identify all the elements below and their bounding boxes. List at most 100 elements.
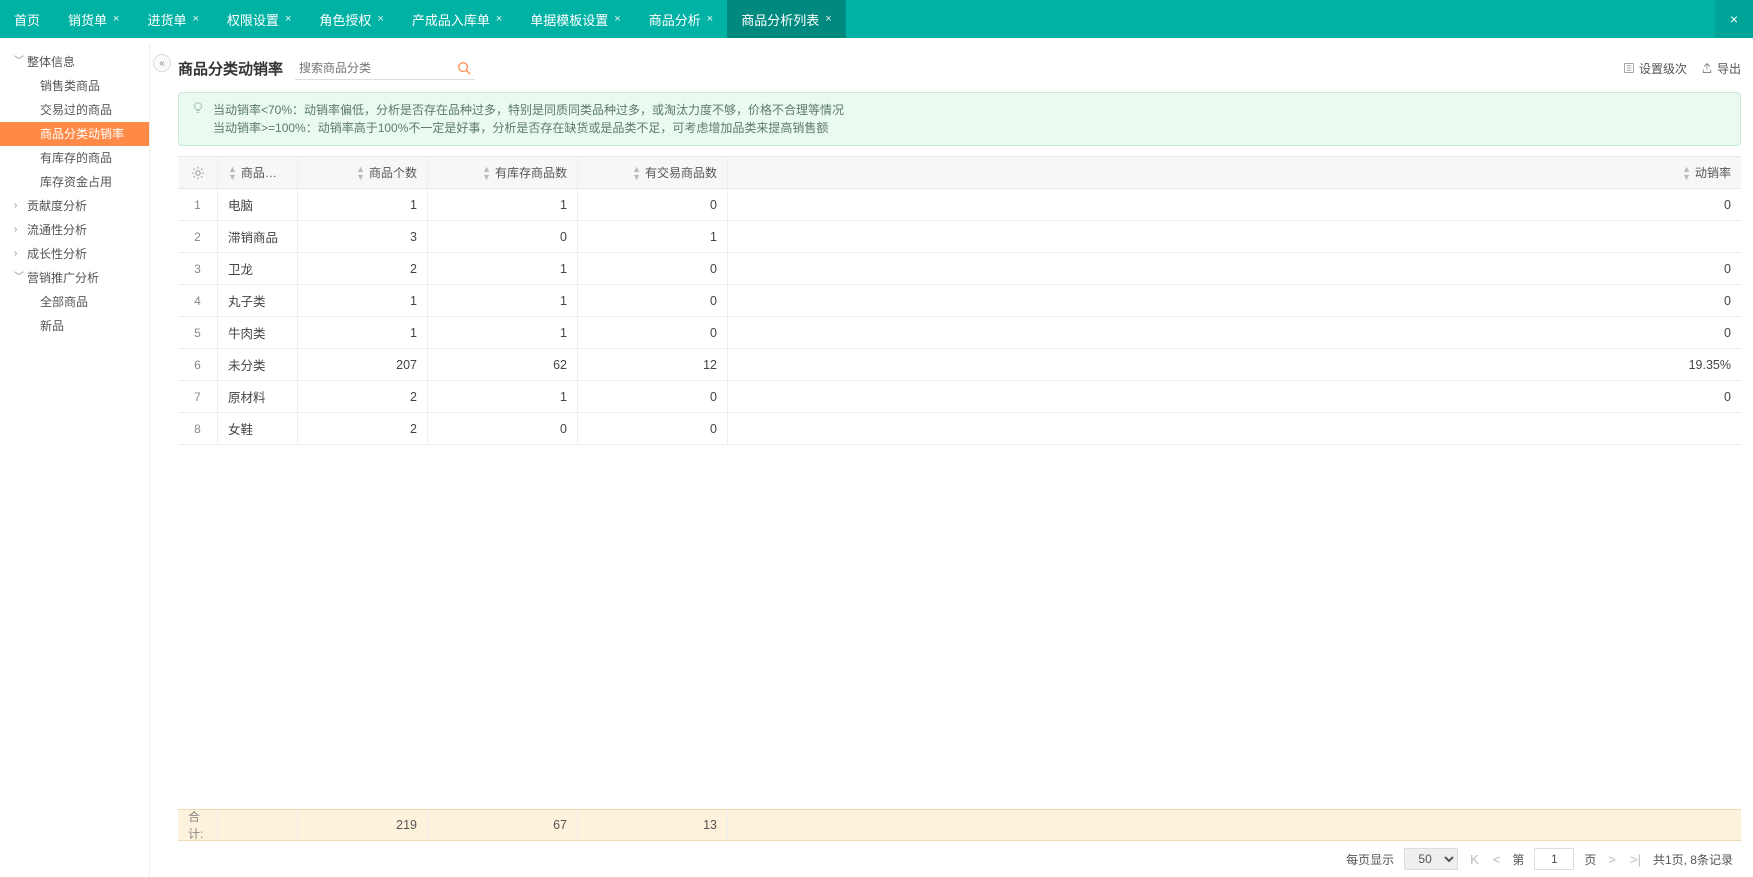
tab-5[interactable]: 产成品入库单× — [398, 0, 516, 38]
sidebar-group-label: 成长性分析 — [27, 242, 87, 266]
tab-3[interactable]: 权限设置 × — [213, 0, 305, 38]
export-label: 导出 — [1717, 60, 1741, 77]
data-table: ▲▼商品… ▲▼商品个数 ▲▼有库存商品数 ▲▼有交易商品数 ▲▼动销率 1电脑… — [178, 156, 1741, 841]
footer-count: 219 — [298, 810, 428, 840]
per-page-select[interactable]: 50 — [1404, 848, 1458, 870]
sidebar-group-2[interactable]: ›流通性分析 — [0, 218, 149, 242]
cell-count: 2 — [298, 253, 428, 284]
table-footer: 合计: 219 67 13 — [178, 809, 1741, 841]
gear-icon — [191, 166, 205, 180]
close-icon[interactable]: × — [285, 13, 291, 25]
table-row[interactable]: 5牛肉类1100 — [178, 317, 1741, 349]
footer-rate — [1651, 810, 1741, 840]
cell-stock: 1 — [428, 253, 578, 284]
cell-rate: 19.35% — [1651, 349, 1741, 380]
table-row[interactable]: 7原材料2100 — [178, 381, 1741, 413]
col-stock[interactable]: ▲▼有库存商品数 — [428, 157, 578, 188]
col-category[interactable]: ▲▼商品… — [218, 157, 298, 188]
cell-rate: 0 — [1651, 253, 1741, 284]
col-count[interactable]: ▲▼商品个数 — [298, 157, 428, 188]
export-button[interactable]: 导出 — [1701, 60, 1741, 77]
sidebar-item-0-1[interactable]: 交易过的商品 — [0, 98, 149, 122]
close-icon[interactable]: × — [707, 13, 713, 25]
tab-label: 商品分析列表 — [741, 10, 819, 29]
tab-0[interactable]: 首页 — [0, 0, 54, 38]
footer-stock: 67 — [428, 810, 578, 840]
last-page-button[interactable]: >| — [1628, 852, 1643, 867]
table-settings-button[interactable] — [178, 157, 218, 188]
chevron-right-icon: › — [14, 242, 23, 266]
tip-bar: 当动销率<70%：动销率偏低，分析是否存在品种过多，特别是同质同类品种过多，或淘… — [178, 92, 1741, 146]
close-icon[interactable]: × — [377, 13, 383, 25]
row-index: 2 — [178, 221, 218, 252]
sort-icon: ▲▼ — [632, 165, 641, 181]
next-page-button[interactable]: > — [1606, 852, 1618, 867]
close-icon[interactable]: × — [113, 13, 119, 25]
cell-count: 1 — [298, 189, 428, 220]
sort-icon: ▲▼ — [482, 165, 491, 181]
col-rate[interactable]: ▲▼动销率 — [1651, 157, 1741, 188]
tab-8[interactable]: 商品分析列表 × — [727, 0, 845, 38]
table-row[interactable]: 4丸子类1100 — [178, 285, 1741, 317]
cell-stock: 62 — [428, 349, 578, 380]
cell-rate: 0 — [1651, 381, 1741, 412]
cell-count: 1 — [298, 317, 428, 348]
tab-label: 单据模板设置 — [530, 10, 608, 29]
cell-count: 207 — [298, 349, 428, 380]
top-tab-bar: 首页销货单×进货单×权限设置×角色授权×产成品入库单×单据模板设置×商品分析×商… — [0, 0, 1753, 38]
sidebar-group-label: 贡献度分析 — [27, 194, 87, 218]
cell-count: 1 — [298, 285, 428, 316]
close-icon[interactable]: × — [192, 13, 198, 25]
search-input[interactable] — [299, 57, 457, 79]
sidebar-item-0-2[interactable]: 商品分类动销率 — [0, 122, 149, 146]
sidebar-item-0-4[interactable]: 库存资金占用 — [0, 170, 149, 194]
sort-icon: ▲▼ — [1682, 165, 1691, 181]
sidebar-group-3[interactable]: ›成长性分析 — [0, 242, 149, 266]
tab-7[interactable]: 商品分析× — [635, 0, 727, 38]
table-row[interactable]: 8女鞋200 — [178, 413, 1741, 445]
close-icon[interactable]: × — [496, 13, 502, 25]
cell-category: 电脑 — [218, 189, 298, 220]
pager: 每页显示 50 K < 第 页 > >| 共1页, 8条记录 — [178, 841, 1741, 877]
sidebar-item-0-3[interactable]: 有库存的商品 — [0, 146, 149, 170]
page-prefix: 第 — [1512, 851, 1524, 868]
close-icon[interactable]: × — [825, 13, 831, 25]
close-icon[interactable]: × — [614, 13, 620, 25]
tab-label: 权限设置 — [227, 10, 279, 29]
set-level-button[interactable]: 设置级次 — [1623, 60, 1687, 77]
sidebar-group-0[interactable]: ﹀整体信息 — [0, 50, 149, 74]
cell-stock: 1 — [428, 189, 578, 220]
tab-2[interactable]: 进货单× — [133, 0, 212, 38]
collapse-sidebar-button[interactable]: « — [153, 54, 171, 72]
cell-stock: 1 — [428, 317, 578, 348]
table-row[interactable]: 3卫龙2100 — [178, 253, 1741, 285]
cell-category: 牛肉类 — [218, 317, 298, 348]
close-all-tabs-button[interactable]: × — [1715, 0, 1753, 38]
table-row[interactable]: 6未分类207621219.35% — [178, 349, 1741, 381]
page-input[interactable] — [1534, 848, 1574, 870]
main-panel: 商品分类动销率 设置级次 导出 — [174, 44, 1753, 877]
sidebar-item-4-0[interactable]: 全部商品 — [0, 290, 149, 314]
lightbulb-icon — [191, 101, 205, 115]
first-page-button[interactable]: K — [1468, 852, 1481, 867]
tab-label: 首页 — [14, 10, 40, 29]
sidebar-group-4[interactable]: ﹀营销推广分析 — [0, 266, 149, 290]
row-index: 4 — [178, 285, 218, 316]
tab-6[interactable]: 单据模板设置 × — [516, 0, 634, 38]
table-row[interactable]: 2滞销商品301 — [178, 221, 1741, 253]
tip-line-1: 当动销率<70%：动销率偏低，分析是否存在品种过多，特别是同质同类品种过多，或淘… — [213, 101, 844, 119]
search-icon[interactable] — [457, 61, 471, 75]
sidebar-group-1[interactable]: ›贡献度分析 — [0, 194, 149, 218]
cell-category: 滞销商品 — [218, 221, 298, 252]
sidebar-item-0-0[interactable]: 销售类商品 — [0, 74, 149, 98]
cell-trade: 0 — [578, 381, 728, 412]
cell-trade: 1 — [578, 221, 728, 252]
table-row[interactable]: 1电脑1100 — [178, 189, 1741, 221]
col-trade[interactable]: ▲▼有交易商品数 — [578, 157, 728, 188]
row-index: 6 — [178, 349, 218, 380]
tab-1[interactable]: 销货单× — [54, 0, 133, 38]
sidebar-item-4-1[interactable]: 新品 — [0, 314, 149, 338]
tab-4[interactable]: 角色授权× — [305, 0, 397, 38]
prev-page-button[interactable]: < — [1491, 852, 1503, 867]
pager-summary: 共1页, 8条记录 — [1653, 851, 1733, 868]
